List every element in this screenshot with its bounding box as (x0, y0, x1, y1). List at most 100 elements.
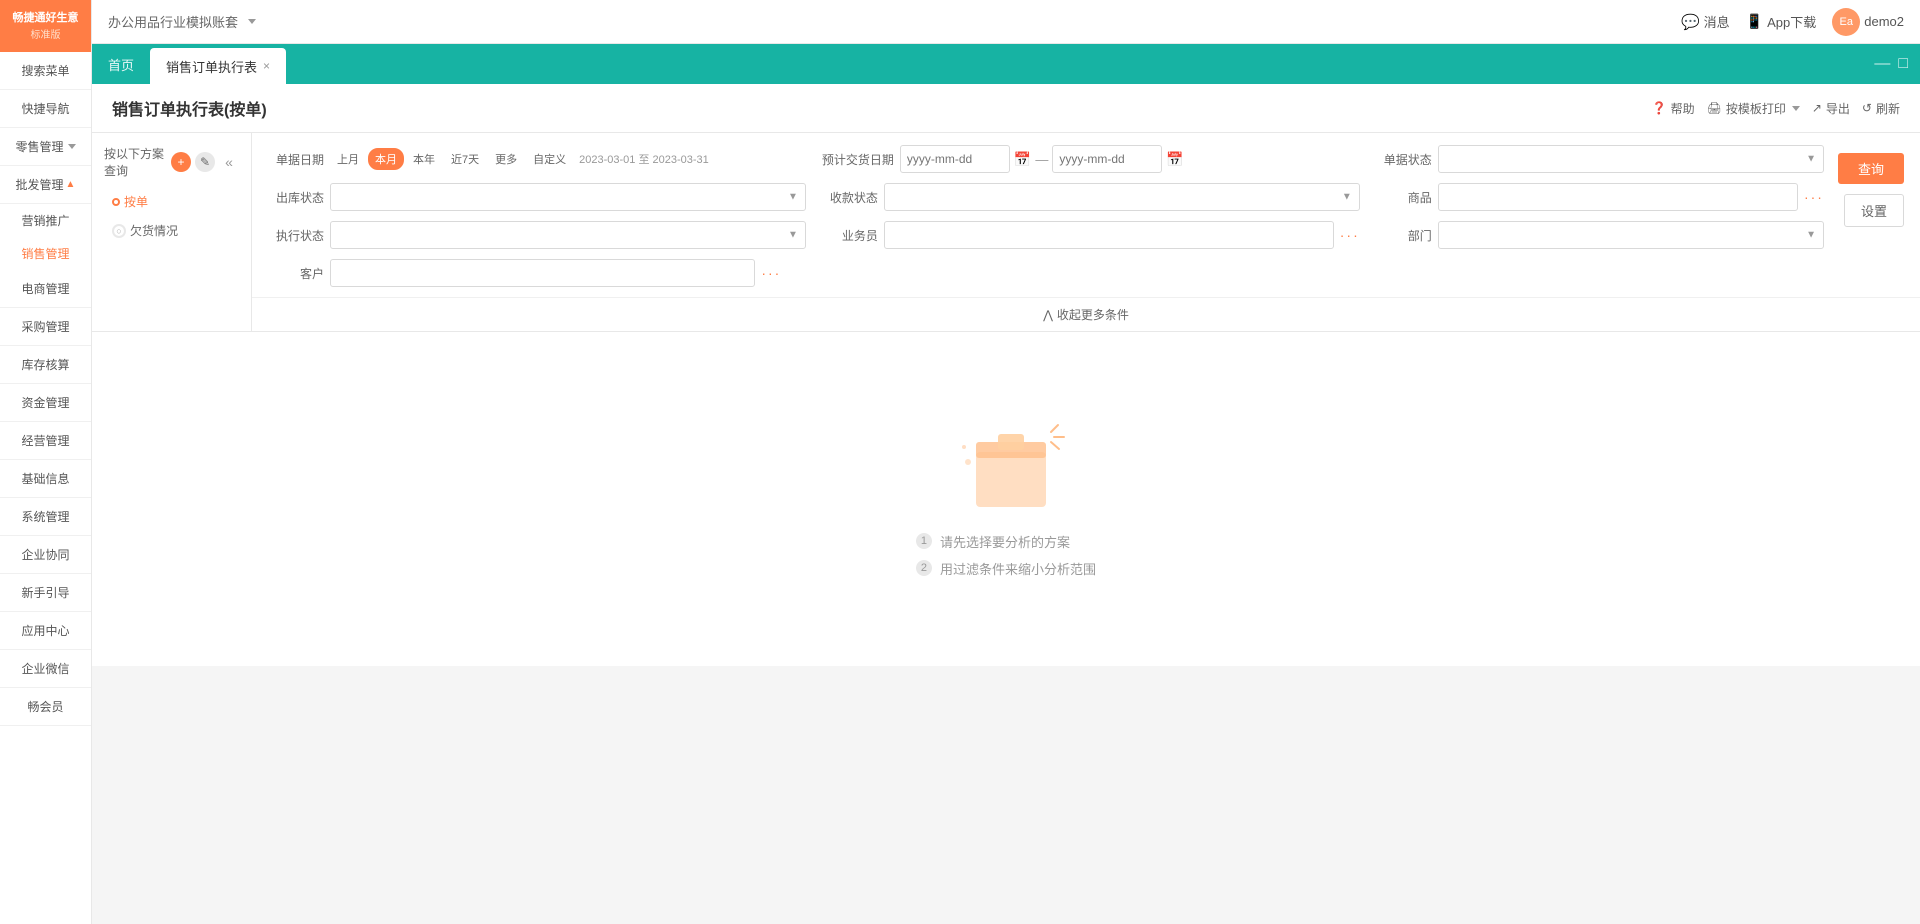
help-btn[interactable]: ❓ 帮助 (1652, 100, 1695, 117)
filter-plan-label: 按以下方案查询 (104, 145, 171, 179)
filter-field-goods: 商品 ··· (1376, 183, 1824, 211)
empty-tips: 1 请先选择要分析的方案 2 用过滤条件来缩小分析范围 (916, 532, 1096, 586)
filter-row1-container: 单据日期 上月 本月 本年 近7天 更多 自定义 2023-03-01 至 20… (268, 145, 1904, 297)
sidebar-item-member[interactable]: 畅会员 (0, 688, 91, 726)
sidebar-item-wholesale[interactable]: 批发管理 ▲ (0, 166, 91, 204)
app-download-btn[interactable]: 📱 App下载 (1746, 12, 1817, 31)
sidebar-item-ecommerce[interactable]: 电商管理 (0, 270, 91, 308)
filter-field-date: 单据日期 上月 本月 本年 近7天 更多 自定义 2023-03-01 至 20… (268, 148, 806, 170)
sidebar-item-enterprise[interactable]: 企业协同 (0, 536, 91, 574)
export-btn[interactable]: ↗ 导出 (1812, 100, 1850, 117)
sidebar-item-inventory[interactable]: 库存核算 (0, 346, 91, 384)
expected-date-to[interactable] (1052, 145, 1162, 173)
salesperson-more-icon[interactable]: ··· (1340, 227, 1360, 243)
user-name: demo2 (1864, 14, 1904, 29)
filter-field-dept: 部门 ▼ (1376, 221, 1824, 249)
sidebar-item-purchase[interactable]: 采购管理 (0, 308, 91, 346)
tab-minimize-btn[interactable]: — (1874, 55, 1890, 73)
sidebar-item-sales[interactable]: 销售管理 (0, 237, 91, 270)
add-plan-btn[interactable]: + (171, 152, 191, 172)
date-custom-btn[interactable]: 自定义 (526, 148, 573, 170)
edit-plan-btn[interactable]: ✎ (195, 152, 215, 172)
app-logo[interactable]: 畅捷通好生意 标准版 (0, 0, 91, 52)
filter-main-content: 按以下方案查询 + ✎ « 按单 ○ 欠货情况 (92, 133, 1920, 332)
collection-status-label: 收款状态 (822, 189, 878, 206)
sidebar-item-system[interactable]: 系统管理 (0, 498, 91, 536)
customer-input[interactable] (330, 259, 755, 287)
collapse-more-btn[interactable]: ⋀ 收起更多条件 (1043, 306, 1129, 323)
tab-sales-order[interactable]: 销售订单执行表 × (150, 48, 286, 84)
sidebar-item-operation[interactable]: 经营管理 (0, 422, 91, 460)
tab-bar: 首页 销售订单执行表 × — □ (92, 44, 1920, 84)
sidebar-item-appcenter[interactable]: 应用中心 (0, 612, 91, 650)
date-cur-month-btn[interactable]: 本月 (368, 148, 404, 170)
plan-item2-label: 欠货情况 (130, 222, 178, 239)
help-icon: ❓ (1652, 101, 1667, 115)
collapse-more-bar[interactable]: ⋀ 收起更多条件 (252, 297, 1920, 331)
page-title: 销售订单执行表(按单) (112, 96, 267, 120)
sidebar: 畅捷通好生意 标准版 搜索菜单 快捷导航 零售管理 批发管理 ▲ 营销推广 销售… (0, 0, 92, 924)
exec-status-select[interactable] (330, 221, 806, 249)
user-profile[interactable]: Ea demo2 (1832, 8, 1904, 36)
sidebar-item-marketing[interactable]: 营销推广 (0, 204, 91, 237)
sidebar-item-retail[interactable]: 零售管理 (0, 128, 91, 166)
header-left: 办公用品行业模拟账套 (108, 12, 256, 31)
refresh-btn[interactable]: ↺ 刷新 (1862, 100, 1900, 117)
goods-more-icon[interactable]: ··· (1804, 189, 1824, 205)
query-button[interactable]: 查询 (1838, 153, 1904, 184)
filter-left-panel: 按以下方案查询 + ✎ « 按单 ○ 欠货情况 (92, 133, 252, 331)
doc-status-select[interactable] (1438, 145, 1824, 173)
calendar-icon1[interactable]: 📅 (1014, 151, 1031, 168)
print-btn[interactable]: 🖨 按模板打印 (1707, 100, 1800, 117)
filter-form-wrapper: 单据日期 上月 本月 本年 近7天 更多 自定义 2023-03-01 至 20… (252, 133, 1920, 331)
collapse-sidebar-btn[interactable]: « (219, 152, 239, 172)
date-more-btn[interactable]: 更多 (488, 148, 524, 170)
empty-illustration (956, 412, 1056, 512)
empty-tip1: 1 请先选择要分析的方案 (916, 532, 1096, 551)
sidebar-item-newbie[interactable]: 新手引导 (0, 574, 91, 612)
plan-item-shortage[interactable]: ○ 欠货情况 (104, 216, 239, 245)
salesperson-input[interactable] (884, 221, 1334, 249)
filter-field-collection-status: 收款状态 ▼ (822, 183, 1360, 211)
breadcrumb-chevron-icon[interactable] (248, 19, 256, 24)
logo-sub: 标准版 (31, 26, 61, 41)
dept-select-wrapper: ▼ (1438, 221, 1824, 249)
date-range-text: 2023-03-01 至 2023-03-31 (579, 151, 709, 167)
tab-maximize-btn[interactable]: □ (1898, 55, 1908, 73)
expected-date-inputs: 📅 — 📅 (900, 145, 1360, 173)
expected-date-label: 预计交货日期 (822, 151, 894, 168)
tab-close-icon[interactable]: × (263, 59, 270, 73)
dept-select[interactable] (1438, 221, 1824, 249)
salesperson-label: 业务员 (822, 227, 878, 244)
collapse-label: 收起更多条件 (1057, 306, 1129, 323)
tip-num1: 1 (916, 533, 932, 549)
app-download-label: App下载 (1767, 12, 1816, 31)
date-7days-btn[interactable]: 近7天 (444, 148, 486, 170)
date-prev-month-btn[interactable]: 上月 (330, 148, 366, 170)
sidebar-item-finance[interactable]: 资金管理 (0, 384, 91, 422)
filter-field-exec-status: 执行状态 ▼ (268, 221, 806, 249)
plan-item1-label: 按单 (124, 193, 148, 210)
sidebar-item-wechat[interactable]: 企业微信 (0, 650, 91, 688)
sidebar-item-quicknav[interactable]: 快捷导航 (0, 90, 91, 128)
calendar-icon2[interactable]: 📅 (1166, 151, 1183, 168)
refresh-label: 刷新 (1876, 100, 1900, 117)
plan-item-order[interactable]: 按单 (104, 187, 239, 216)
sidebar-item-search[interactable]: 搜索菜单 (0, 52, 91, 90)
out-status-select[interactable] (330, 183, 806, 211)
sidebar-item-basic[interactable]: 基础信息 (0, 460, 91, 498)
date-cur-year-btn[interactable]: 本年 (406, 148, 442, 170)
filter-field-doc-status: 单据状态 ▼ (1376, 145, 1824, 173)
wholesale-expand-icon: ▲ (66, 179, 76, 190)
expected-date-from[interactable] (900, 145, 1010, 173)
goods-input[interactable] (1438, 183, 1798, 211)
message-btn[interactable]: 💬 消息 (1681, 12, 1730, 31)
filter-field-expected-date: 预计交货日期 📅 — 📅 (822, 145, 1360, 173)
filter-row4: 客户 ··· (268, 259, 1824, 287)
filter-field-salesperson: 业务员 ··· (822, 221, 1360, 249)
settings-button[interactable]: 设置 (1844, 194, 1904, 227)
tab-home[interactable]: 首页 (92, 44, 150, 84)
customer-more-icon[interactable]: ··· (761, 265, 781, 281)
logo-text: 畅捷通好生意 (13, 11, 79, 25)
collection-status-select[interactable] (884, 183, 1360, 211)
